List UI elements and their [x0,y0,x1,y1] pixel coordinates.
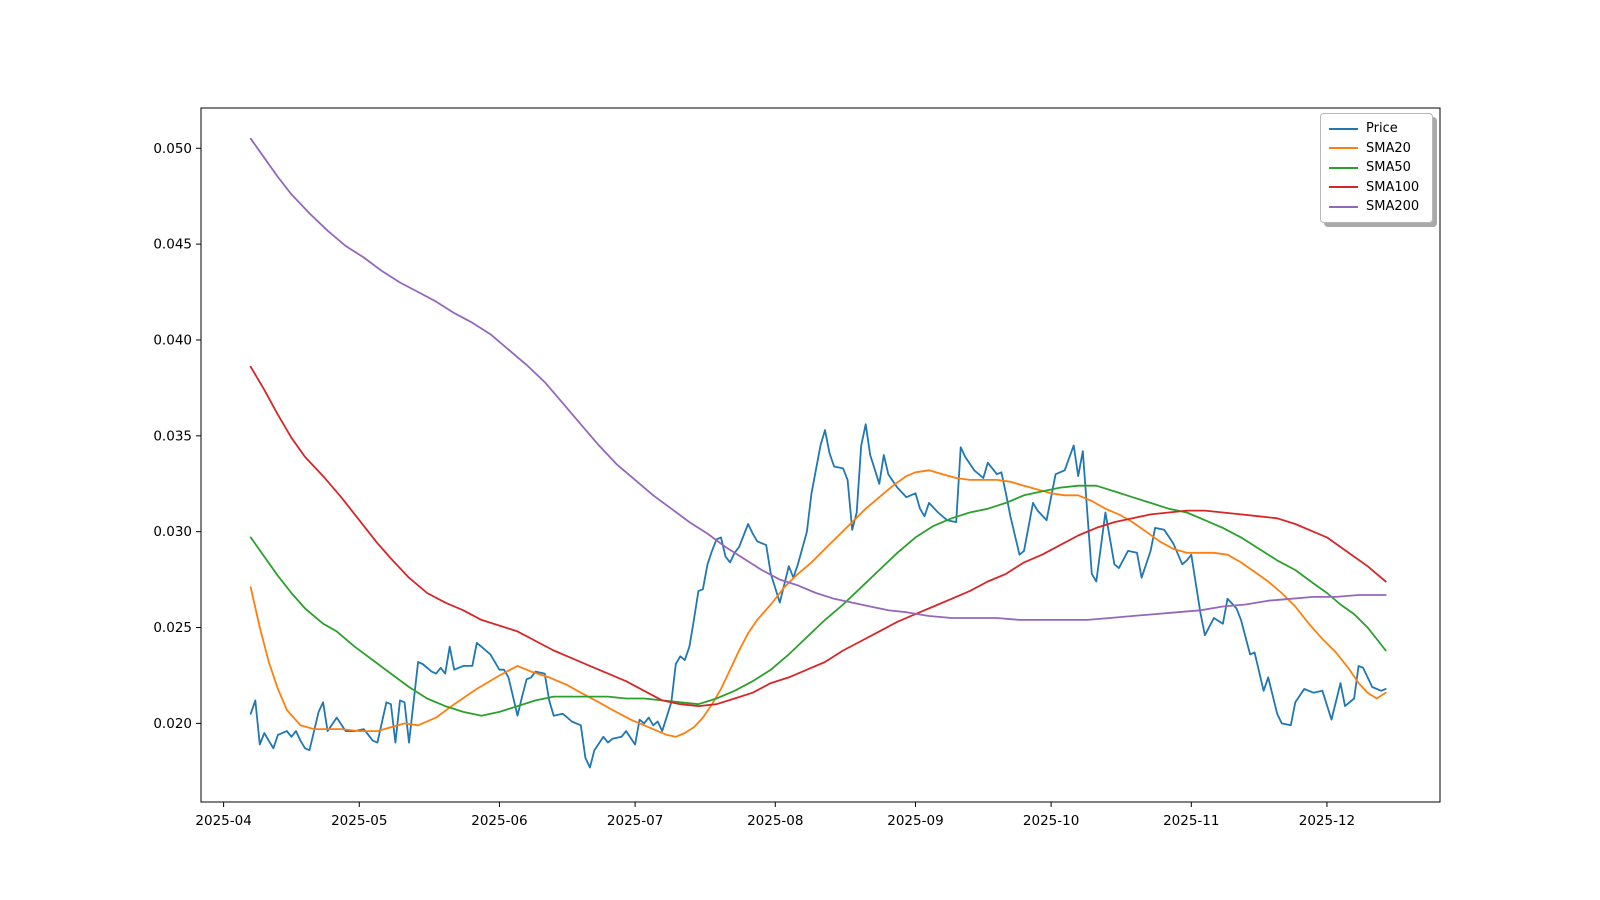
y-tick-label: 0.050 [153,141,192,157]
x-tick-label: 2025-09 [887,813,943,829]
y-tick-label: 0.040 [153,332,192,348]
legend-item-sma200: SMA200 [1329,197,1425,217]
legend-line-sample-sma50 [1329,166,1358,169]
legend-line-sample-sma200 [1329,205,1358,208]
x-tick-label: 2025-12 [1299,813,1355,829]
y-tick-label: 0.025 [153,620,192,636]
legend-item-sma20: SMA20 [1329,139,1425,159]
series-line-sma200 [249,137,1387,621]
legend-item-sma100: SMA100 [1329,178,1425,198]
legend-item-sma50: SMA50 [1329,158,1425,178]
figure-canvas: 2025-04 2025-05 2025-06 2025-07 2025-08 2025-… [0,0,1600,900]
x-tick-label: 2025-08 [747,813,803,829]
x-tick-label: 2025-04 [195,813,251,829]
legend-label-sma20: SMA20 [1366,140,1411,156]
y-tick-label: 0.035 [153,428,192,444]
series-line-sma50 [249,484,1387,717]
x-tick-label: 2025-05 [331,813,387,829]
x-tick-label: 2025-11 [1163,813,1219,829]
x-tick-label: 2025-06 [471,813,527,829]
axis-layer: 2025-04 2025-05 2025-06 2025-07 2025-08 2025-… [153,141,1355,829]
series-line-sma20 [249,469,1387,738]
plot-frame [200,107,1441,803]
legend-label-price: Price [1366,121,1398,137]
y-tick-label: 0.045 [153,237,192,253]
y-tick-label: 0.020 [153,716,192,732]
legend-item-price: Price [1329,119,1425,139]
x-tick-label: 2025-10 [1023,813,1079,829]
legend: Price SMA20 SMA50 SMA100 SMA200 [1320,113,1433,223]
y-tick-label: 0.030 [153,524,192,540]
legend-line-sample-sma100 [1329,186,1358,189]
legend-line-sample-price [1329,127,1358,130]
legend-label-sma100: SMA100 [1366,179,1420,195]
screenshot-root: { "window": { "width": 1600, "height": 9… [0,0,1600,900]
series-layer [249,137,1387,769]
legend-label-sma200: SMA200 [1366,199,1420,215]
legend-label-sma50: SMA50 [1366,160,1411,176]
series-line-sma100 [249,365,1387,707]
legend-line-sample-sma20 [1329,147,1358,150]
x-tick-label: 2025-07 [607,813,663,829]
series-line-price [249,423,1387,769]
